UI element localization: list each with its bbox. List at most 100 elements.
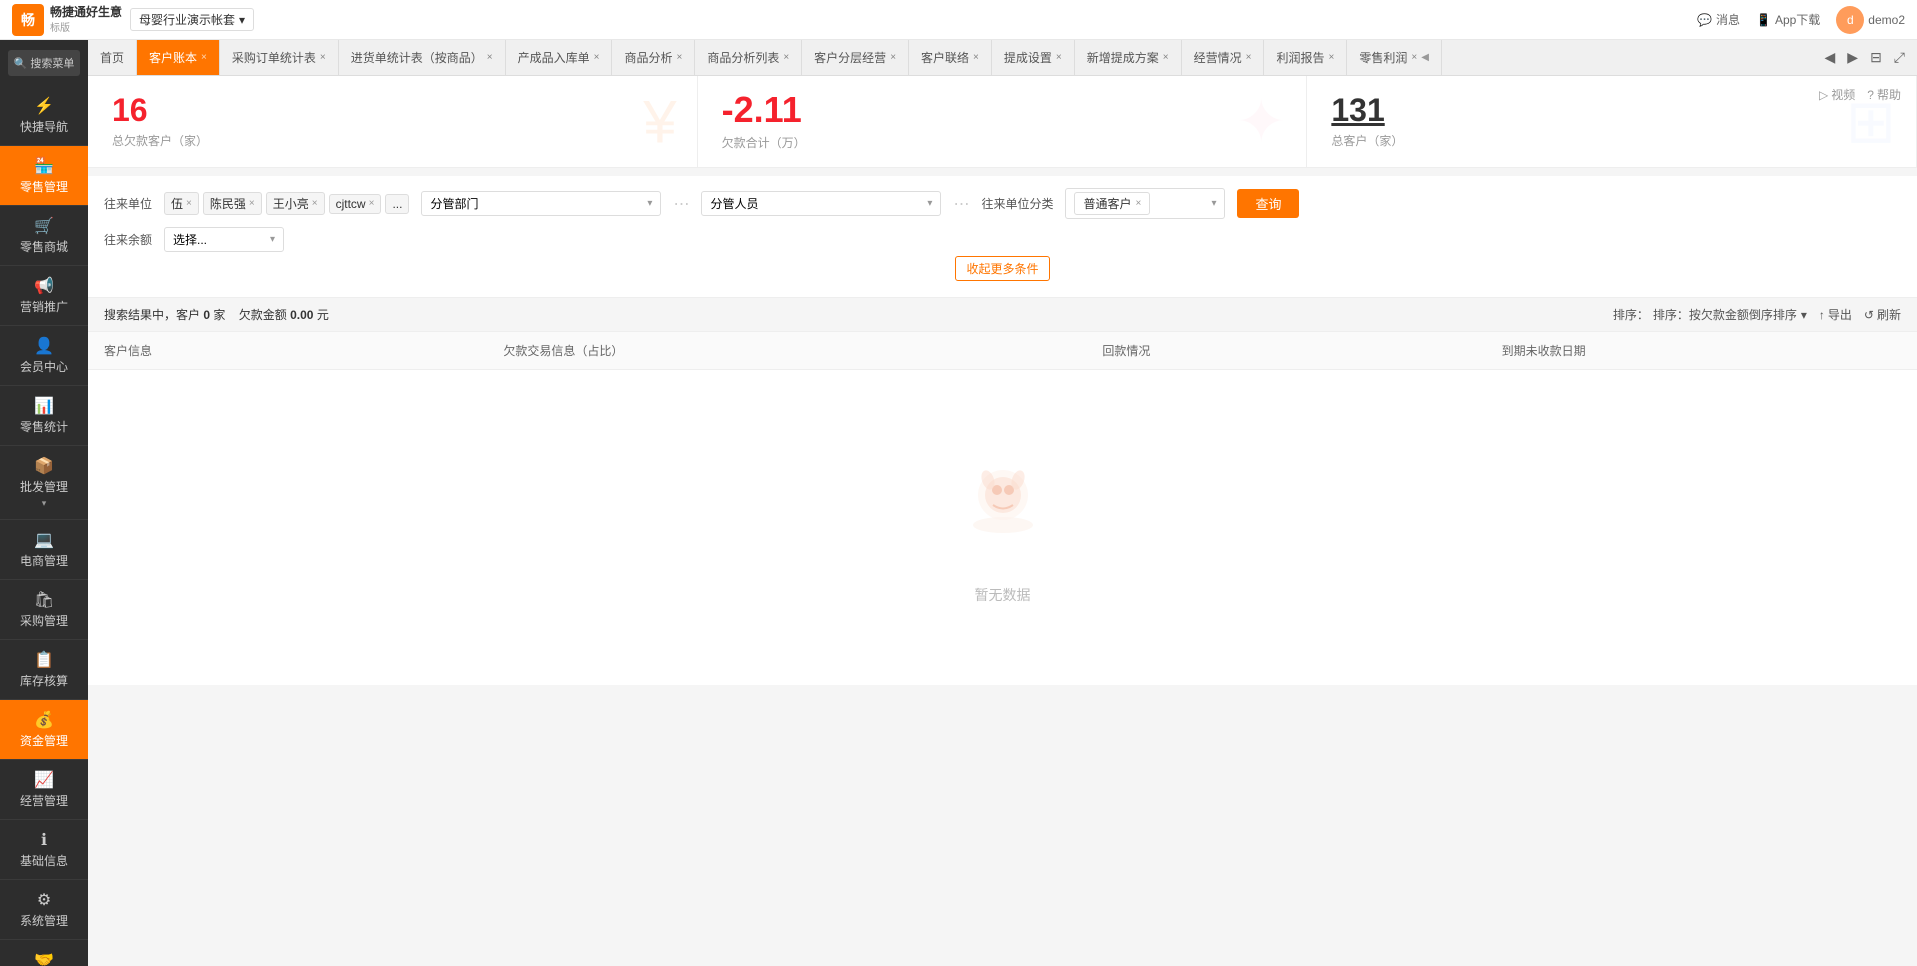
help-icon: ?	[1867, 88, 1874, 102]
tab-incoming-stats-close[interactable]: ×	[487, 52, 493, 63]
tab-new-commission[interactable]: 新增提成方案 ×	[1075, 40, 1182, 75]
filter-tag-wang-close[interactable]: ×	[312, 198, 318, 209]
tab-commission-settings-close[interactable]: ×	[1056, 52, 1062, 63]
tab-customer-ledger[interactable]: 客户账本 ×	[137, 40, 220, 75]
user-area[interactable]: d demo2	[1836, 6, 1905, 34]
tab-retail-profit-close[interactable]: ×	[1411, 52, 1417, 63]
search-menu-button[interactable]: 🔍 搜索菜单	[8, 50, 80, 76]
filter-more-tags-btn[interactable]: ...	[385, 194, 409, 214]
workspace-selector[interactable]: 母婴行业演示帐套 ▾	[130, 8, 254, 31]
help-label: 帮助	[1877, 86, 1901, 103]
video-help-btn[interactable]: ▷ 视频	[1819, 86, 1855, 103]
sidebar-item-mall[interactable]: 🛒 零售商城	[0, 206, 88, 266]
tab-customer-contact-close[interactable]: ×	[973, 52, 979, 63]
tab-incoming-stats[interactable]: 进货单统计表（按商品） ×	[339, 40, 506, 75]
tab-profit-report-close[interactable]: ×	[1328, 52, 1334, 63]
sidebar-item-operations[interactable]: 📈 经营管理	[0, 760, 88, 820]
filter-tag-wu: 伍 ×	[164, 192, 199, 215]
results-prefix: 搜索结果中，客户	[104, 308, 200, 322]
tab-product-analysis[interactable]: 商品分析 ×	[612, 40, 695, 75]
tab-product-analysis-list-close[interactable]: ×	[783, 52, 789, 63]
person-more-icon[interactable]: ⋯	[953, 194, 969, 214]
sidebar-item-enterprise[interactable]: 🤝 企业协同	[0, 940, 88, 966]
top-bar: 畅 畅捷通好生意 标版 母婴行业演示帐套 ▾ 💬 消息 📱 App下载 d de…	[0, 0, 1917, 40]
tab-customer-tier[interactable]: 客户分层经营 ×	[802, 40, 909, 75]
top-bar-left: 畅 畅捷通好生意 标版 母婴行业演示帐套 ▾	[12, 4, 254, 36]
person-select-placeholder: 分管人员	[710, 195, 758, 212]
tab-incoming-stats-label: 进货单统计表（按商品）	[351, 49, 483, 66]
tab-customer-contact[interactable]: 客户联络 ×	[909, 40, 992, 75]
filter-tag-wu-close[interactable]: ×	[186, 198, 192, 209]
top-bar-right: 💬 消息 📱 App下载 d demo2	[1697, 6, 1905, 34]
tab-purchase-order-stats[interactable]: 采购订单统计表 ×	[220, 40, 339, 75]
tab-product-inbound-close[interactable]: ×	[594, 52, 600, 63]
tab-fullscreen[interactable]: ⤢	[1890, 47, 1909, 68]
refresh-icon: ↺	[1864, 308, 1874, 322]
message-label: 消息	[1716, 11, 1740, 28]
tab-retail-profit-more: ◀	[1421, 52, 1429, 63]
operations-label: 经营管理	[4, 792, 84, 809]
retail-stats-label: 零售统计	[4, 418, 84, 435]
sidebar-item-finance[interactable]: 💰 资金管理	[0, 700, 88, 760]
filter-row-1: 往来单位 伍 × 陈民强 × 王小亮 ×	[104, 188, 1901, 219]
results-debt-value: 0.00	[290, 308, 313, 322]
ecommerce-icon: 💻	[4, 530, 84, 550]
person-select[interactable]: 分管人员 ▾	[701, 191, 941, 216]
unit-class-select[interactable]: 普通客户 × ▾	[1065, 188, 1225, 219]
balance-select[interactable]: 选择... ▾	[164, 227, 284, 252]
sidebar-item-wholesale[interactable]: 📦 批发管理 ▾	[0, 446, 88, 520]
tab-profit-report[interactable]: 利润报告 ×	[1264, 40, 1347, 75]
purchase-icon: 🛍	[4, 590, 84, 610]
filter-tag-chen-close[interactable]: ×	[249, 198, 255, 209]
export-btn[interactable]: ↑ 导出	[1819, 306, 1852, 323]
customer-type-remove[interactable]: ×	[1135, 198, 1141, 209]
finance-label: 资金管理	[4, 732, 84, 749]
query-button[interactable]: 查询	[1237, 189, 1299, 218]
sidebar-item-marketing[interactable]: 📢 营销推广	[0, 266, 88, 326]
tab-new-commission-close[interactable]: ×	[1163, 52, 1169, 63]
sidebar-item-ecommerce[interactable]: 💻 电商管理	[0, 520, 88, 580]
filter-tags-area: 伍 × 陈民强 × 王小亮 × cjttcw ×	[164, 192, 409, 215]
help-btn[interactable]: ? 帮助	[1867, 86, 1901, 103]
collapse-btn[interactable]: 收起更多条件	[955, 256, 1049, 281]
retail-icon: 🏪	[4, 156, 84, 176]
tab-customer-contact-label: 客户联络	[921, 49, 969, 66]
sidebar-item-retail[interactable]: 🏪 零售管理	[0, 146, 88, 206]
tab-scroll-left[interactable]: ◀	[1821, 47, 1840, 68]
stat-debt-total: -2.11 欠款合计（万） ✦	[698, 76, 1308, 167]
tab-scroll-right[interactable]: ▶	[1843, 47, 1862, 68]
tab-product-analysis-close[interactable]: ×	[676, 52, 682, 63]
results-debt-unit: 元	[317, 308, 329, 322]
tab-more[interactable]: ⊟	[1866, 47, 1886, 68]
message-btn[interactable]: 💬 消息	[1697, 11, 1740, 28]
tab-customer-ledger-close[interactable]: ×	[201, 52, 207, 63]
sidebar-item-retail-stats[interactable]: 📊 零售统计	[0, 386, 88, 446]
sidebar-item-members[interactable]: 👤 会员中心	[0, 326, 88, 386]
app-download-btn[interactable]: 📱 App下载	[1756, 11, 1820, 28]
results-bar: 搜索结果中，客户 0 家 欠款金额 0.00 元 排序： 排序：按欠款金额倒序排…	[88, 298, 1917, 332]
tab-purchase-order-stats-close[interactable]: ×	[320, 52, 326, 63]
sidebar-item-basics[interactable]: ℹ 基础信息	[0, 820, 88, 880]
tab-product-analysis-list[interactable]: 商品分析列表 ×	[695, 40, 802, 75]
tab-customer-tier-close[interactable]: ×	[890, 52, 896, 63]
tab-product-inbound[interactable]: 产成品入库单 ×	[506, 40, 613, 75]
tab-retail-profit[interactable]: 零售利润 × ◀	[1347, 40, 1442, 75]
tab-business-situation[interactable]: 经营情况 ×	[1182, 40, 1265, 75]
page-content: 16 总欠款客户（家） ¥ -2.11 欠款合计（万） ✦ 131 总客户（家）…	[88, 76, 1917, 966]
refresh-btn[interactable]: ↺ 刷新	[1864, 306, 1901, 323]
sidebar-item-inventory[interactable]: 📋 库存核算	[0, 640, 88, 700]
sidebar-item-system[interactable]: ⚙ 系统管理	[0, 880, 88, 940]
stat-debt-total-label: 欠款合计（万）	[722, 134, 806, 151]
tab-purchase-order-stats-label: 采购订单统计表	[232, 49, 316, 66]
tab-business-situation-close[interactable]: ×	[1246, 52, 1252, 63]
quick-nav-label: 快捷导航	[4, 118, 84, 135]
dept-more-icon[interactable]: ⋯	[673, 194, 689, 214]
dept-select[interactable]: 分管部门 ▾	[421, 191, 661, 216]
sidebar-item-purchase[interactable]: 🛍 采购管理	[0, 580, 88, 640]
logo-icon: 畅	[12, 4, 44, 36]
sidebar-item-quick-nav[interactable]: ⚡ 快捷导航	[0, 86, 88, 146]
tab-commission-settings[interactable]: 提成设置 ×	[992, 40, 1075, 75]
sort-select[interactable]: 排序： 排序：按欠款金额倒序排序 ▾	[1613, 306, 1807, 323]
tab-home[interactable]: 首页	[88, 40, 137, 75]
filter-tag-cj-close[interactable]: ×	[369, 198, 375, 209]
